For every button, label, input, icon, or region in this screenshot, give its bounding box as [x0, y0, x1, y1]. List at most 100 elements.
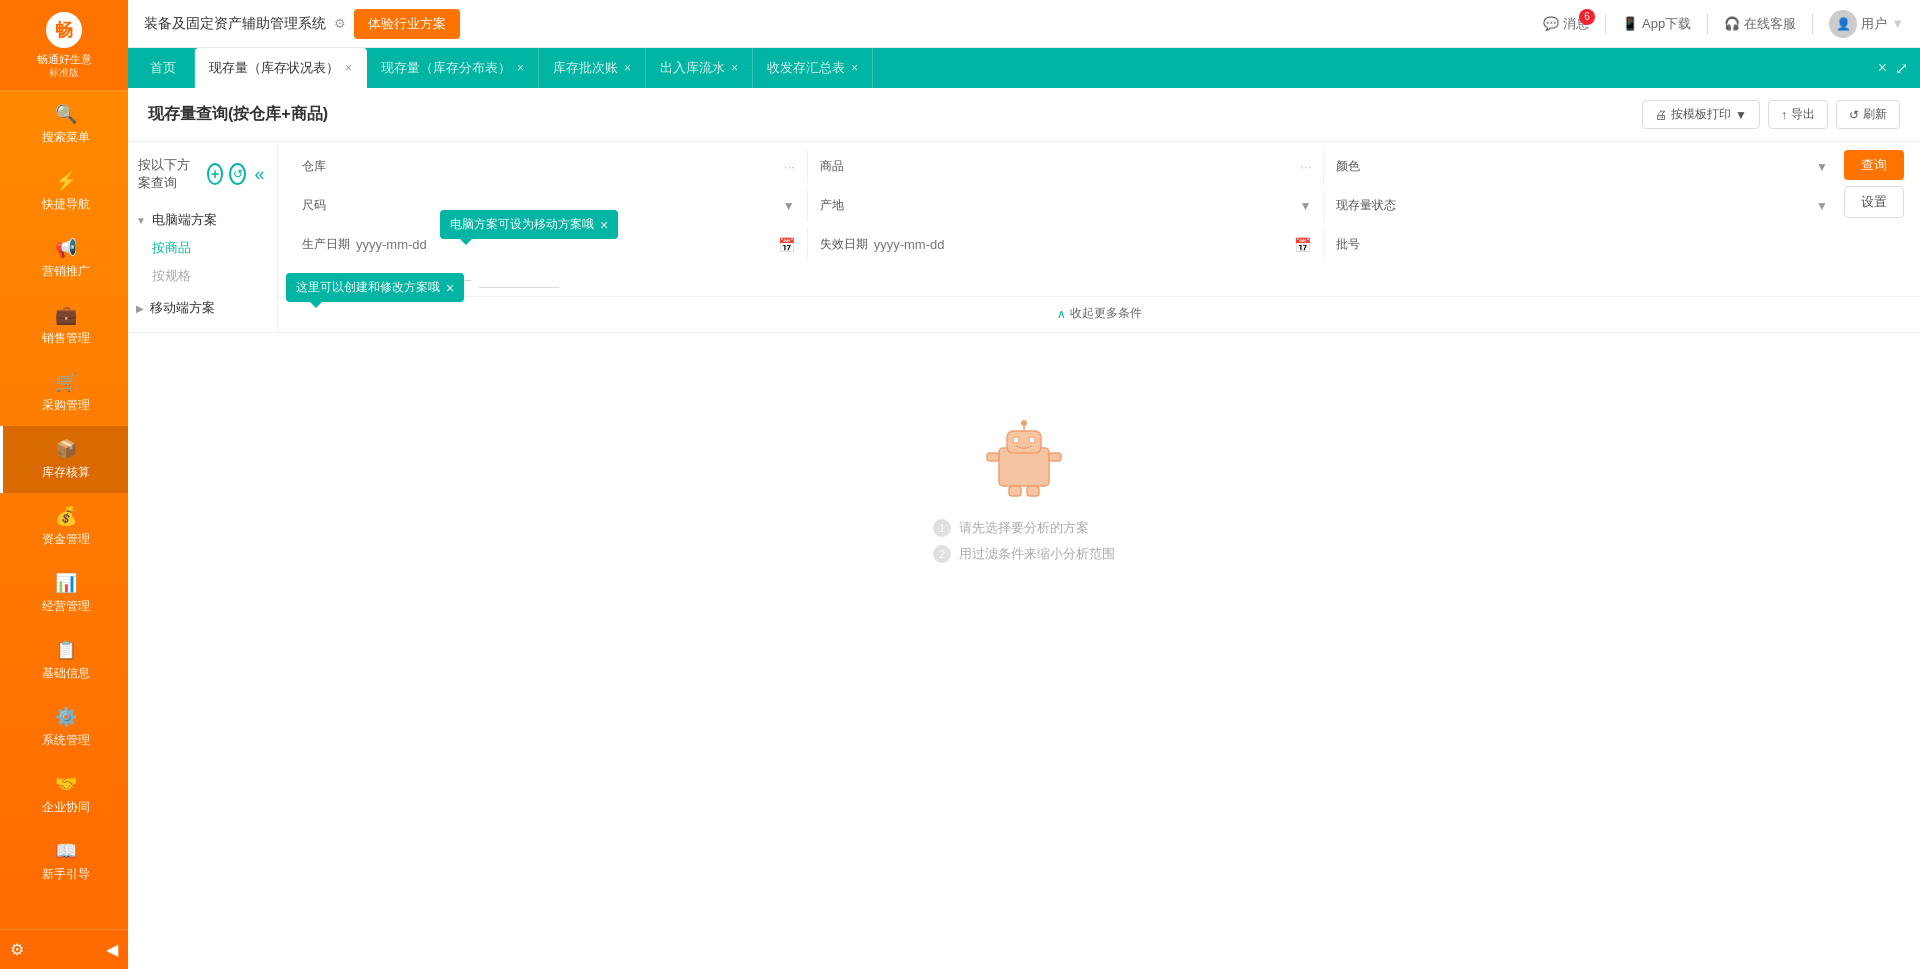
filter-cell-expiry: 失效日期 📅: [807, 228, 1324, 261]
sidebar-item-marketing[interactable]: 📢 营销推广: [0, 225, 128, 292]
message-btn[interactable]: 💬 消息 6: [1543, 15, 1589, 33]
tab-maximize-btn[interactable]: ⤢: [1895, 59, 1908, 78]
print-btn[interactable]: 🖨 按模板打印 ▼: [1642, 100, 1760, 129]
size-label: 尺码: [302, 197, 326, 214]
tab-stock-status-close[interactable]: ×: [345, 61, 352, 75]
step-num-2: 2: [933, 545, 951, 563]
sidebar-item-system[interactable]: ⚙️ 系统管理: [0, 694, 128, 761]
sidebar-item-quicknav[interactable]: ⚡ 快捷导航: [0, 158, 128, 225]
purchase-icon: 🛒: [55, 371, 77, 393]
sidebar-item-purchase[interactable]: 🛒 采购管理: [0, 359, 128, 426]
tab-flow-close[interactable]: ×: [731, 61, 738, 75]
divider2: [1707, 14, 1708, 34]
back-btn[interactable]: «: [252, 163, 267, 185]
tree-mobile-arrow-icon: ▶: [136, 303, 144, 314]
refresh-btn[interactable]: ↺ 刷新: [1836, 100, 1900, 129]
sidebar-item-collab[interactable]: 🤝 企业协同: [0, 761, 128, 828]
query-btn[interactable]: 查询: [1844, 150, 1904, 180]
quicknav-icon: ⚡: [55, 170, 77, 192]
tab-batch[interactable]: 库存批次账 ×: [539, 48, 646, 88]
marketing-icon: 📢: [55, 237, 77, 259]
stock-status-input[interactable]: [1402, 198, 1810, 213]
expiry-calendar-icon[interactable]: 📅: [1294, 237, 1311, 253]
tab-close-all-btn[interactable]: ×: [1878, 59, 1887, 78]
warehouse-input[interactable]: [332, 159, 778, 174]
svg-point-3: [1029, 437, 1035, 443]
filter-cell-warehouse: 仓库 ···: [290, 150, 807, 183]
export-label: 导出: [1791, 106, 1815, 123]
filter-cell-color: 颜色 ▼: [1323, 150, 1840, 183]
color-input[interactable]: [1366, 159, 1810, 174]
refresh-scheme-btn[interactable]: ↺: [229, 163, 245, 185]
collapse-label: 收起更多条件: [1070, 305, 1142, 322]
inventory-icon: 📦: [55, 438, 77, 460]
warehouse-dots[interactable]: ···: [784, 159, 795, 174]
message-icon: 💬: [1543, 16, 1559, 31]
color-dropdown-arrow[interactable]: ▼: [1816, 160, 1828, 174]
sidebar-item-label-marketing: 营销推广: [42, 263, 90, 280]
origin-dropdown-arrow[interactable]: ▼: [1299, 199, 1311, 213]
page-title: 现存量查询(按仓库+商品): [148, 104, 328, 125]
proddate-input[interactable]: [356, 237, 772, 252]
header-icon-group: 💬 消息 6 📱 App下载 🎧 在线客服 👤 用户 ▼: [1543, 10, 1904, 38]
sidebar-item-inventory[interactable]: 📦 库存核算: [0, 426, 128, 493]
sidebar-item-finance[interactable]: 💰 资金管理: [0, 493, 128, 560]
reset-btn[interactable]: 设置: [1844, 186, 1904, 218]
sidebar-item-management[interactable]: 📊 经营管理: [0, 560, 128, 627]
basic-icon: 📋: [55, 639, 77, 661]
tooltip1-close[interactable]: ×: [600, 217, 608, 233]
filter-cell-goods: 商品 ···: [807, 150, 1324, 183]
collapse-btn[interactable]: ∧ 收起更多条件: [278, 296, 1920, 330]
tab-batch-close[interactable]: ×: [624, 61, 631, 75]
batch-input[interactable]: [1366, 237, 1828, 252]
tab-stock-dist[interactable]: 现存量（库存分布表） ×: [367, 48, 539, 88]
origin-input[interactable]: [850, 198, 1294, 213]
tab-summary[interactable]: 收发存汇总表 ×: [753, 48, 873, 88]
tree-mobile-parent[interactable]: ▶ 移动端方案: [128, 294, 277, 322]
tree-desktop-item-spec[interactable]: 按规格: [128, 262, 277, 290]
user-btn[interactable]: 👤 用户 ▼: [1829, 10, 1904, 38]
sidebar-item-label-quicknav: 快捷导航: [42, 196, 90, 213]
online-service-btn[interactable]: 🎧 在线客服: [1724, 15, 1796, 33]
app-download-btn[interactable]: 📱 App下载: [1622, 15, 1691, 33]
sidebar-item-guide[interactable]: 📖 新手引导: [0, 828, 128, 895]
tab-flow[interactable]: 出入库流水 ×: [646, 48, 753, 88]
tree-desktop-parent[interactable]: ▼ 电脑端方案: [128, 206, 277, 234]
tab-stock-status[interactable]: 现存量（库存状况表） ×: [195, 48, 367, 88]
sidebar-item-search[interactable]: 🔍 搜索菜单: [0, 91, 128, 158]
tab-summary-label: 收发存汇总表: [767, 59, 845, 77]
size-dropdown-arrow[interactable]: ▼: [783, 199, 795, 213]
expiry-input[interactable]: [874, 237, 1289, 252]
system-settings-icon[interactable]: ⚙: [334, 16, 346, 31]
logo-text: 畅通好生意: [37, 52, 92, 66]
tooltip2-close[interactable]: ×: [446, 280, 454, 296]
export-btn[interactable]: ↑ 导出: [1768, 100, 1828, 129]
goods-input[interactable]: [850, 159, 1295, 174]
filter-container: 按以下方案查询 + ↺ « ▼ 电脑端方案 按商品 按规格: [128, 142, 1920, 333]
empty-illustration: [979, 413, 1069, 503]
sidebar-item-sales[interactable]: 💼 销售管理: [0, 292, 128, 359]
avatar-icon: 👤: [1836, 17, 1851, 31]
sidebar-collapse-btn[interactable]: ◀: [106, 940, 118, 959]
tab-stock-dist-close[interactable]: ×: [517, 61, 524, 75]
sidebar-item-label-guide: 新手引导: [42, 866, 90, 883]
batch-label: 批号: [1336, 236, 1360, 253]
warehouse-label: 仓库: [302, 158, 326, 175]
search-nav-icon: 🔍: [55, 103, 77, 125]
sidebar-item-basic[interactable]: 📋 基础信息: [0, 627, 128, 694]
goods-dots[interactable]: ···: [1300, 159, 1311, 174]
sidebar-settings-btn[interactable]: ⚙: [10, 940, 24, 959]
query-btns: 查询 设置: [1844, 150, 1904, 218]
tree-desktop-item-goods[interactable]: 按商品: [128, 234, 277, 262]
proddate-calendar-icon[interactable]: 📅: [778, 237, 795, 253]
industry-btn[interactable]: 体验行业方案: [354, 9, 460, 39]
filter-cell-origin: 产地 ▼: [807, 189, 1324, 222]
svg-rect-1: [1007, 431, 1041, 453]
svg-rect-4: [987, 453, 999, 461]
tab-home[interactable]: 首页: [132, 48, 195, 88]
sidebar-item-label-search: 搜索菜单: [42, 129, 90, 146]
stock-status-dropdown-arrow[interactable]: ▼: [1816, 199, 1828, 213]
tab-summary-close[interactable]: ×: [851, 61, 858, 75]
stock-main-max-input[interactable]: [479, 272, 559, 288]
add-scheme-btn[interactable]: +: [207, 163, 223, 185]
